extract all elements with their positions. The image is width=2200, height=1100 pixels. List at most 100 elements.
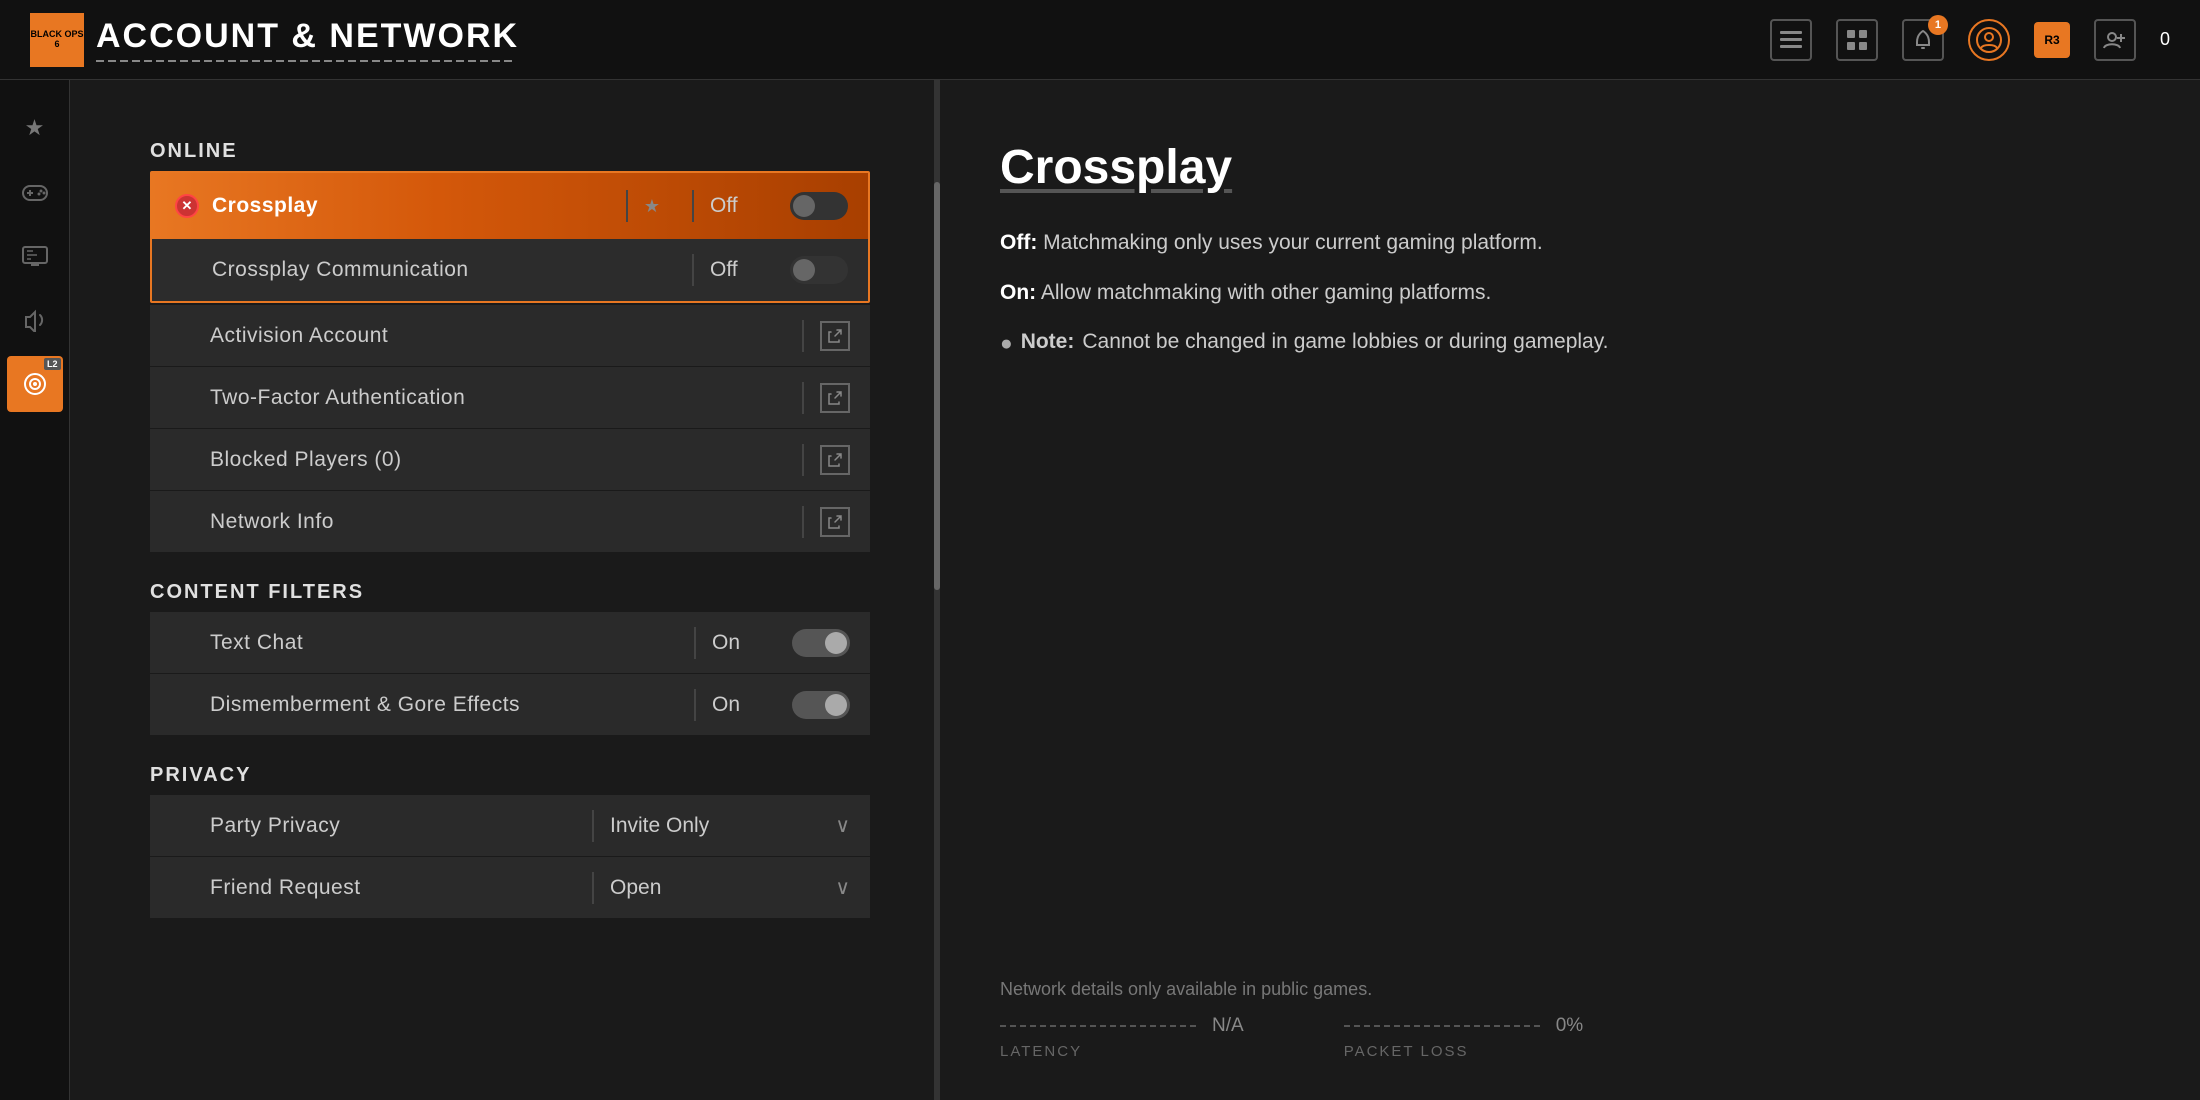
two-factor-external-link-icon[interactable]: [820, 383, 850, 413]
crossplay-toggle[interactable]: [790, 192, 848, 220]
page-title: ACCOUNT & NETWORK: [96, 17, 519, 56]
toggle-knob3: [825, 632, 847, 654]
two-factor-row[interactable]: Two-Factor Authentication: [150, 367, 870, 429]
toggle-knob4: [825, 694, 847, 716]
crossplay-row[interactable]: ✕ Crossplay ★ Off: [152, 173, 868, 239]
info-title: Crossplay: [1000, 140, 2140, 195]
text-chat-row[interactable]: Text Chat On: [150, 612, 870, 674]
note-text: Cannot be changed in game lobbies or dur…: [1082, 324, 1608, 360]
network-stats: N/A LATENCY 0% PACKET LOSS: [1000, 1015, 1583, 1060]
logo-text: BLACK OPS 6: [30, 30, 84, 50]
crossplay-value: Off: [710, 194, 790, 218]
header-actions: 1 R3 0: [1770, 19, 2170, 61]
network-sub-badge: L2: [44, 358, 61, 370]
packet-loss-stat: 0% PACKET LOSS: [1344, 1015, 1583, 1060]
blocked-players-row[interactable]: Blocked Players (0): [150, 429, 870, 491]
latency-stat: N/A LATENCY: [1000, 1015, 1244, 1060]
divider7: [802, 506, 804, 538]
settings-panel: ONLINE ✕ Crossplay ★ Off: [70, 80, 940, 1100]
divider: [626, 190, 628, 222]
packet-loss-label: PACKET LOSS: [1344, 1043, 1583, 1060]
network-info-row[interactable]: Network Info: [150, 491, 870, 553]
activision-external-link-icon[interactable]: [820, 321, 850, 351]
activision-account-row[interactable]: Activision Account: [150, 305, 870, 367]
packet-loss-value: 0%: [1556, 1015, 1583, 1037]
sidebar-item-favorites[interactable]: ★: [7, 100, 63, 156]
party-privacy-dropdown[interactable]: Invite Only ∨: [610, 813, 850, 838]
divider5: [802, 382, 804, 414]
crossplay-comm-name: Crossplay Communication: [212, 258, 676, 282]
party-privacy-value: Invite Only: [610, 814, 823, 838]
star-icon: ★: [644, 196, 660, 217]
party-privacy-name: Party Privacy: [210, 814, 576, 838]
network-note: Network details only available in public…: [1000, 979, 1372, 1000]
title-underline: [96, 60, 516, 62]
sidebar: ★ L2: [0, 80, 70, 1100]
divider3: [692, 254, 694, 286]
privacy-section: PRIVACY Party Privacy Invite Only ∨ Frie…: [150, 764, 870, 919]
blocked-players-external-link-icon[interactable]: [820, 445, 850, 475]
toggle-knob: [793, 195, 815, 217]
party-privacy-arrow: ∨: [835, 813, 850, 838]
notification-icon[interactable]: 1: [1902, 19, 1944, 61]
network-info-name: Network Info: [210, 510, 786, 534]
network-icon: [22, 371, 48, 397]
crossplay-comm-toggle[interactable]: [790, 256, 848, 284]
latency-label: LATENCY: [1000, 1043, 1244, 1060]
friend-request-name: Friend Request: [210, 876, 576, 900]
sidebar-item-controller[interactable]: [7, 164, 63, 220]
off-label: Off:: [1000, 231, 1037, 254]
text-chat-value: On: [712, 631, 792, 655]
network-info-external-link-icon[interactable]: [820, 507, 850, 537]
friend-request-row[interactable]: Friend Request Open ∨: [150, 857, 870, 919]
content-filters-label: CONTENT FILTERS: [150, 581, 870, 604]
packet-loss-bar: [1344, 1025, 1544, 1027]
divider9: [694, 689, 696, 721]
sidebar-item-audio[interactable]: [7, 292, 63, 348]
friends-icon[interactable]: [2094, 19, 2136, 61]
main-content: ONLINE ✕ Crossplay ★ Off: [70, 80, 2200, 1100]
divider8: [694, 627, 696, 659]
divider6: [802, 444, 804, 476]
latency-bar: [1000, 1025, 1200, 1027]
display-icon: [21, 245, 49, 267]
dismemberment-name: Dismemberment & Gore Effects: [210, 693, 678, 717]
dismemberment-row[interactable]: Dismemberment & Gore Effects On: [150, 674, 870, 736]
friend-request-dropdown[interactable]: Open ∨: [610, 875, 850, 900]
player-count: 0: [2160, 29, 2170, 50]
on-label: On:: [1000, 281, 1036, 304]
header: BLACK OPS 6 ACCOUNT & NETWORK: [0, 0, 2200, 80]
on-desc-text: Allow matchmaking with other gaming plat…: [1041, 281, 1492, 304]
info-panel: Crossplay Off: Matchmaking only uses you…: [940, 80, 2200, 1100]
privacy-section-label: PRIVACY: [150, 764, 870, 787]
friend-request-arrow: ∨: [835, 875, 850, 900]
crossplay-comm-row[interactable]: Crossplay Communication Off: [152, 239, 868, 301]
controller-icon: [21, 181, 49, 203]
sidebar-item-network[interactable]: L2: [7, 356, 63, 412]
player-badge: R3: [2034, 22, 2070, 58]
sidebar-item-display[interactable]: [7, 228, 63, 284]
latency-value: N/A: [1212, 1015, 1244, 1037]
friend-request-value: Open: [610, 876, 823, 900]
menu-icon[interactable]: [1770, 19, 1812, 61]
crossplay-name: Crossplay: [212, 194, 610, 218]
blocked-players-name: Blocked Players (0): [210, 448, 786, 472]
info-note: ● Note: Cannot be changed in game lobbie…: [1000, 324, 2140, 362]
profile-icon[interactable]: [1968, 19, 2010, 61]
text-chat-toggle[interactable]: [792, 629, 850, 657]
text-chat-name: Text Chat: [210, 631, 678, 655]
online-section-label: ONLINE: [150, 140, 870, 163]
grid-icon[interactable]: [1836, 19, 1878, 61]
bullet-icon: ●: [1000, 326, 1013, 362]
online-section: ONLINE ✕ Crossplay ★ Off: [150, 140, 870, 553]
divider4: [802, 320, 804, 352]
favorites-icon: ★: [25, 115, 45, 141]
x-icon-container: ✕: [172, 194, 202, 218]
party-privacy-row[interactable]: Party Privacy Invite Only ∨: [150, 795, 870, 857]
selected-group: ✕ Crossplay ★ Off Crossplay Communicatio…: [150, 171, 870, 303]
logo-box: BLACK OPS 6: [30, 13, 84, 67]
content-filters-section: CONTENT FILTERS Text Chat On Dismemberme…: [150, 581, 870, 736]
dismemberment-toggle[interactable]: [792, 691, 850, 719]
audio-icon: [23, 308, 47, 332]
packet-loss-bar-row: 0%: [1344, 1015, 1583, 1037]
